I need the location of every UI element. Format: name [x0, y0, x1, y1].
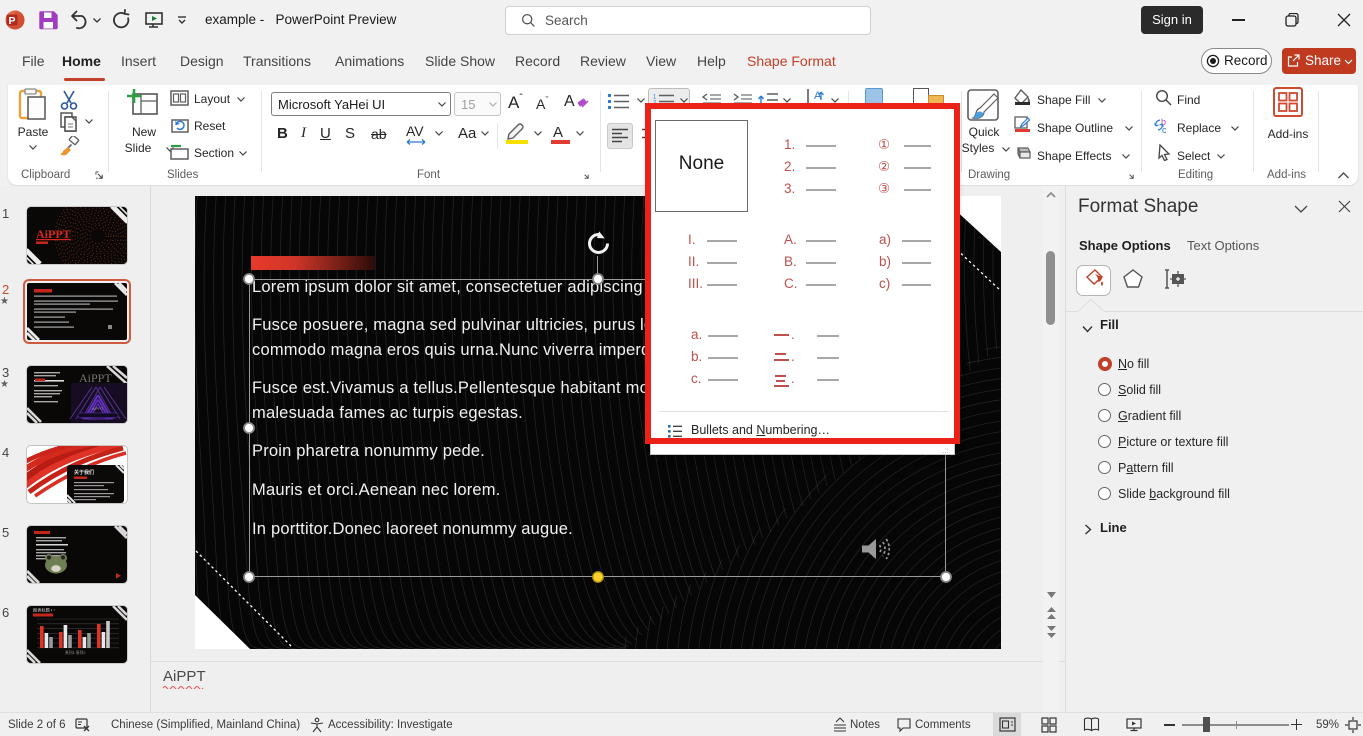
svg-text:P: P — [8, 15, 15, 27]
svg-text:AiPPT: AiPPT — [92, 406, 104, 411]
svg-text:图表标题 ▪ ▫: 图表标题 ▪ ▫ — [33, 607, 56, 614]
svg-text:关于我们: 关于我们 — [74, 469, 94, 476]
svg-text:系列1 系列2: 系列1 系列2 — [65, 650, 85, 655]
svg-text:AiPPT: AiPPT — [36, 227, 71, 241]
svg-text:AiPPT: AiPPT — [79, 371, 112, 385]
